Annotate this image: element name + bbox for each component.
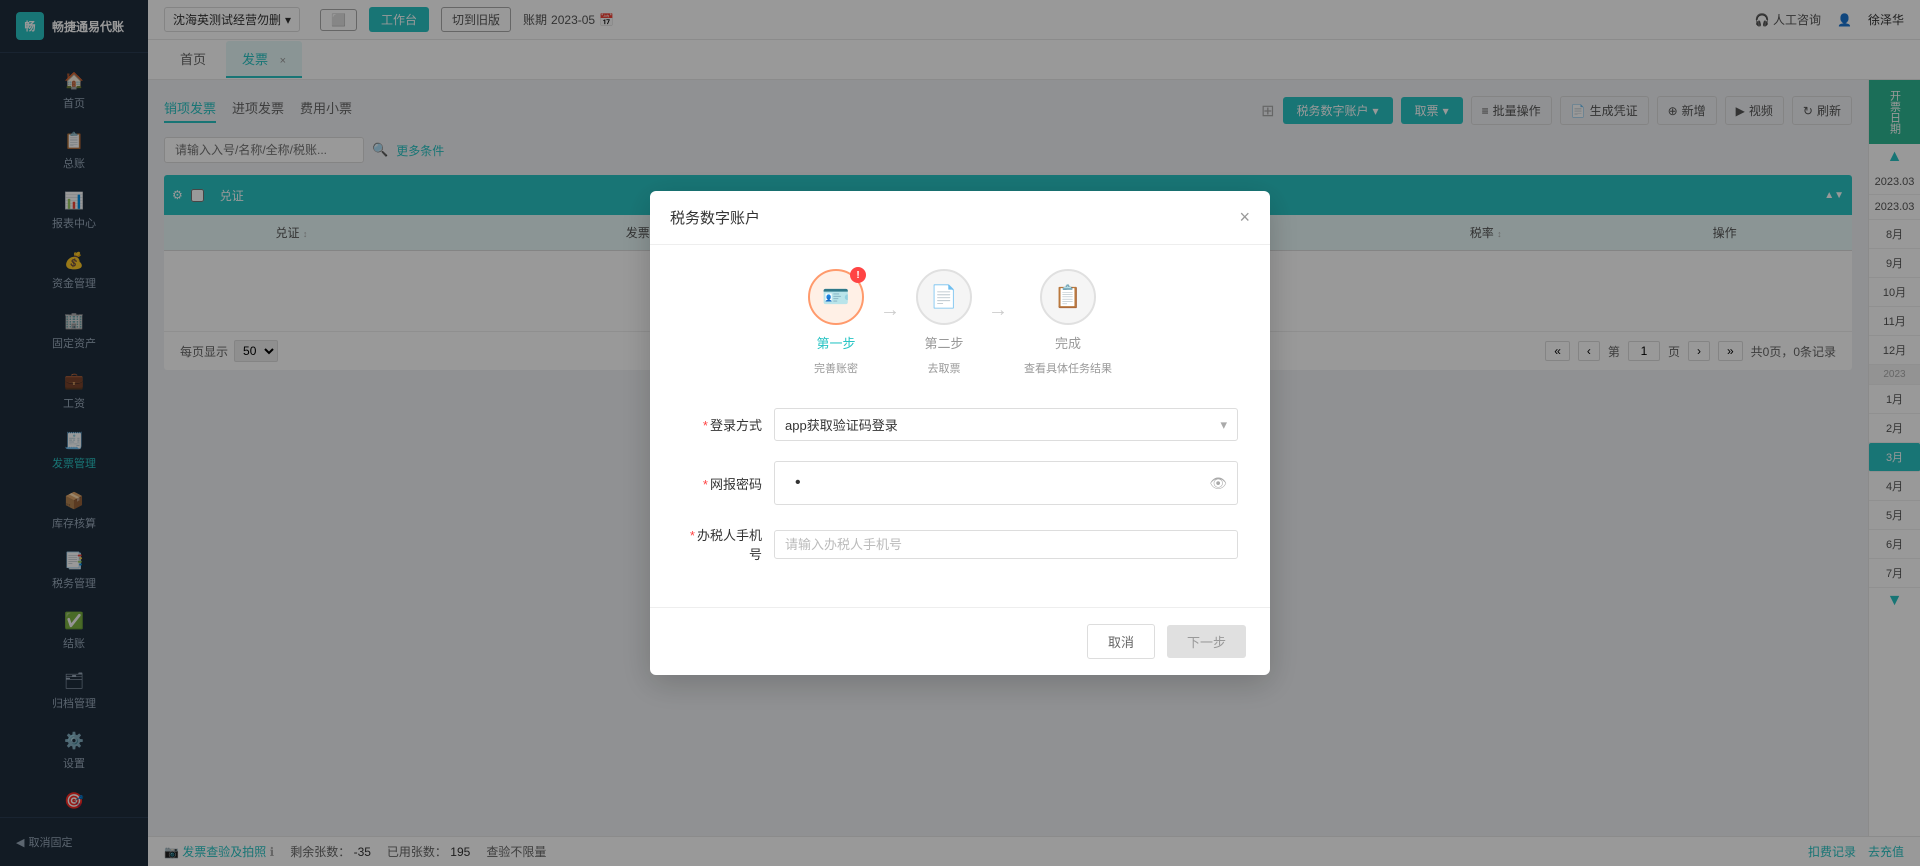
arrow-1: → (880, 299, 900, 346)
step-2-icon: 📄 (930, 284, 957, 310)
modal-overlay: 税务数字账户 × 🪪 ! 第一步 完善账密 → (0, 0, 1920, 866)
phone-row: 办税人手机号 (682, 525, 1238, 563)
step-1-label: 第一步 (816, 333, 855, 352)
login-method-select[interactable]: app获取验证码登录 ▾ (774, 408, 1238, 441)
step-1-badge: ! (850, 267, 866, 283)
step-3: 📋 完成 查看具体任务结果 (1024, 269, 1112, 376)
step-2-label: 第二步 (924, 333, 963, 352)
arrow-2: → (988, 299, 1008, 346)
phone-label: 办税人手机号 (682, 525, 762, 563)
password-input[interactable] (785, 468, 1209, 498)
step-3-desc: 查看具体任务结果 (1024, 360, 1112, 376)
step-2: 📄 第二步 去取票 (916, 269, 972, 376)
next-btn[interactable]: 下一步 (1167, 625, 1246, 658)
step-3-label: 完成 (1055, 333, 1081, 352)
step-1-desc: 完善账密 (814, 360, 858, 376)
modal-title: 税务数字账户 (670, 207, 760, 228)
password-label: 网报密码 (682, 474, 762, 493)
modal-header: 税务数字账户 × (650, 191, 1270, 245)
step-2-desc: 去取票 (928, 360, 961, 376)
step-3-circle: 📋 (1040, 269, 1096, 325)
step-1-icon: 🪪 (822, 284, 849, 310)
tax-digital-modal: 税务数字账户 × 🪪 ! 第一步 完善账密 → (650, 191, 1270, 675)
step-1-circle: 🪪 ! (808, 269, 864, 325)
modal-body: 🪪 ! 第一步 完善账密 → 📄 第二步 去取票 (650, 245, 1270, 607)
modal-close-btn[interactable]: × (1239, 207, 1250, 228)
login-method-value: app获取验证码登录 (785, 415, 898, 434)
modal-footer: 取消 下一步 (650, 607, 1270, 675)
password-row: 网报密码 👁 (682, 461, 1238, 505)
login-method-row: 登录方式 app获取验证码登录 ▾ (682, 408, 1238, 441)
login-method-label: 登录方式 (682, 415, 762, 434)
phone-input[interactable] (774, 530, 1238, 559)
select-arrow-icon: ▾ (1220, 417, 1227, 433)
cancel-btn[interactable]: 取消 (1087, 624, 1155, 659)
step-1: 🪪 ! 第一步 完善账密 (808, 269, 864, 376)
steps: 🪪 ! 第一步 完善账密 → 📄 第二步 去取票 (682, 269, 1238, 376)
password-field-wrapper: 👁 (774, 461, 1238, 505)
step-2-circle: 📄 (916, 269, 972, 325)
step-3-icon: 📋 (1054, 284, 1081, 310)
password-eye-icon[interactable]: 👁 (1209, 475, 1227, 492)
